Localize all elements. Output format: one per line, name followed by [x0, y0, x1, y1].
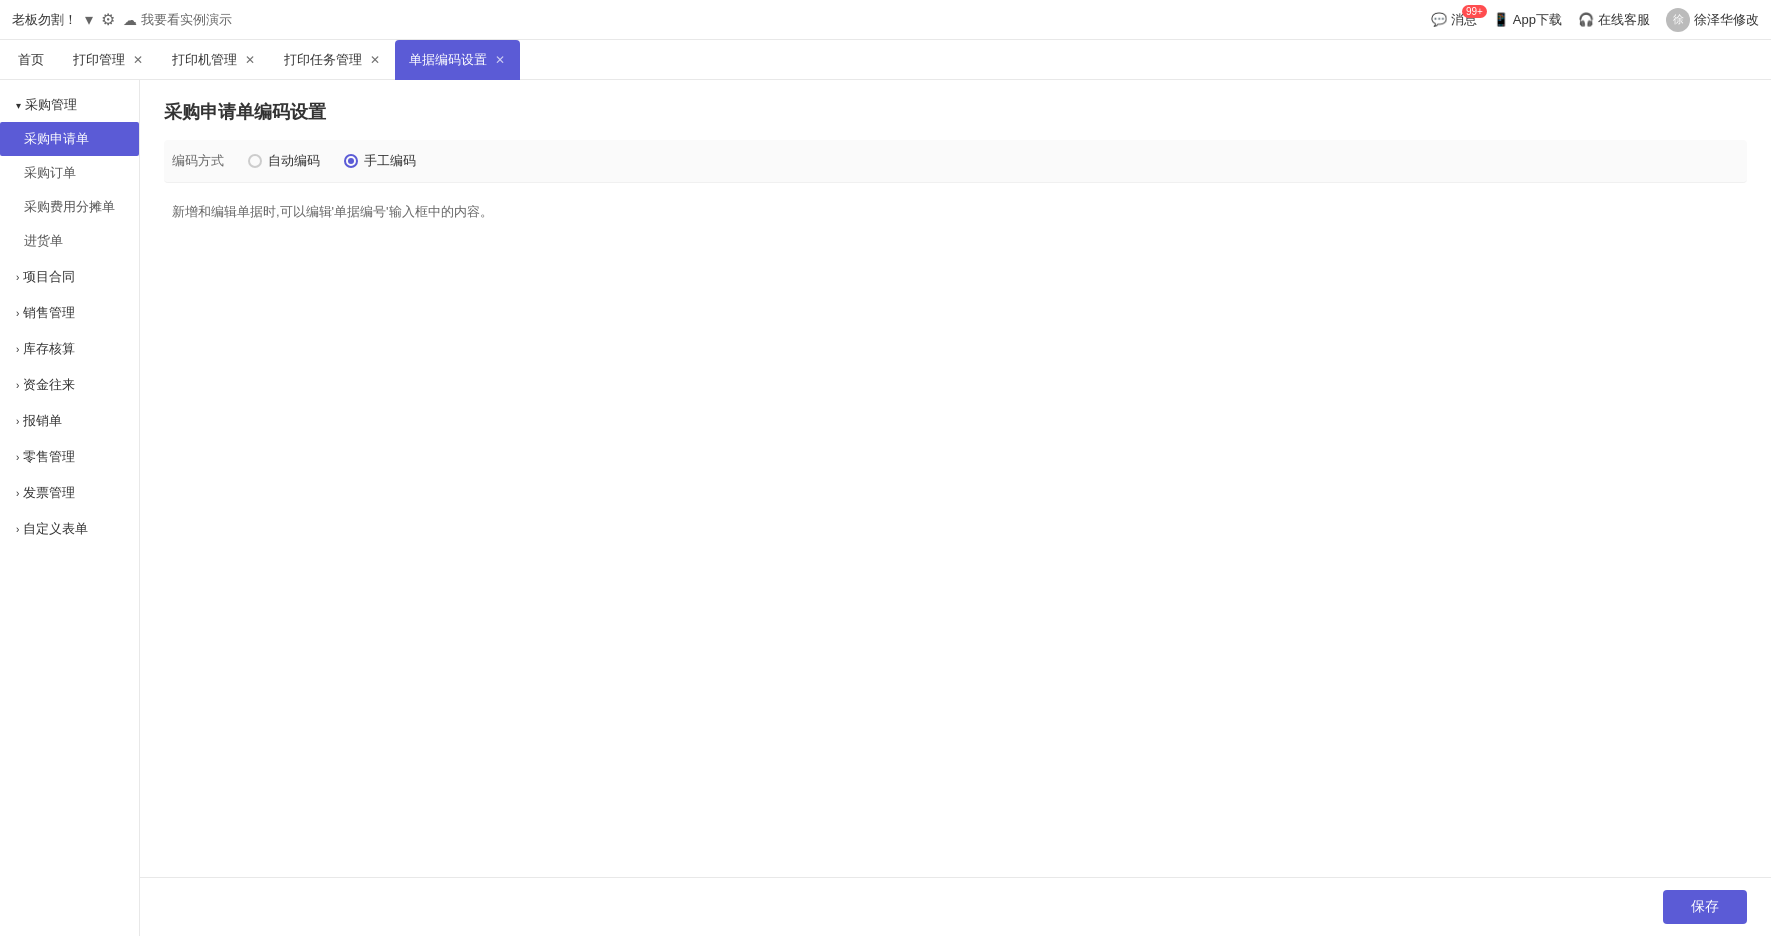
sidebar-group-retail-title[interactable]: › 零售管理 — [0, 440, 139, 474]
sidebar-group-inventory-label: 库存核算 — [23, 340, 75, 358]
app-download-button[interactable]: 📱 App下载 — [1493, 11, 1562, 29]
tab-printer-management-close[interactable]: ✕ — [245, 53, 255, 67]
brand-name: 老板勿割！ — [12, 11, 77, 29]
sidebar-group-custom: › 自定义表单 — [0, 512, 139, 546]
sidebar-item-purchase-order[interactable]: 采购订单 — [0, 156, 139, 190]
sidebar-group-invoice-label: 发票管理 — [23, 484, 75, 502]
tab-print-task-label: 打印任务管理 — [284, 51, 362, 69]
search-text: 我要看实例演示 — [141, 11, 232, 29]
tab-printer-management[interactable]: 打印机管理 ✕ — [158, 40, 270, 80]
chevron-down-icon: ▾ — [16, 100, 21, 111]
chevron-right-icon-4: › — [16, 380, 19, 391]
top-bar-left: 老板勿割！ ▾ ⚙ ☁ 我要看实例演示 — [12, 10, 232, 29]
sidebar-group-sales-label: 销售管理 — [23, 304, 75, 322]
sidebar-group-sales-title[interactable]: › 销售管理 — [0, 296, 139, 330]
tab-home[interactable]: 首页 — [4, 40, 59, 80]
message-button[interactable]: 💬 消息 99+ — [1431, 11, 1477, 29]
online-service-button[interactable]: 🎧 在线客服 — [1578, 11, 1650, 29]
settings-icon[interactable]: ⚙ — [101, 10, 115, 29]
sidebar-group-finance: › 资金往来 — [0, 368, 139, 402]
radio-manual-circle — [344, 154, 358, 168]
footer-bar: 保存 — [140, 877, 1771, 936]
tab-printer-management-label: 打印机管理 — [172, 51, 237, 69]
tab-print-task[interactable]: 打印任务管理 ✕ — [270, 40, 395, 80]
chevron-right-icon-2: › — [16, 308, 19, 319]
sidebar-group-inventory: › 库存核算 — [0, 332, 139, 366]
top-bar: 老板勿割！ ▾ ⚙ ☁ 我要看实例演示 💬 消息 99+ 📱 App下载 🎧 在… — [0, 0, 1771, 40]
tab-print-task-close[interactable]: ✕ — [370, 53, 380, 67]
chevron-right-icon-6: › — [16, 452, 19, 463]
sidebar-group-invoice: › 发票管理 — [0, 476, 139, 510]
chevron-right-icon-5: › — [16, 416, 19, 427]
sidebar-group-project: › 项目合同 — [0, 260, 139, 294]
chevron-right-icon-8: › — [16, 524, 19, 535]
sidebar-group-purchase-label: 采购管理 — [25, 96, 77, 114]
sidebar-group-project-title[interactable]: › 项目合同 — [0, 260, 139, 294]
tab-encoding-settings-close[interactable]: ✕ — [495, 53, 505, 67]
encoding-mode-label: 编码方式 — [172, 152, 224, 170]
chevron-right-icon-7: › — [16, 488, 19, 499]
radio-manual-encode[interactable]: 手工编码 — [344, 152, 416, 170]
encoding-description: 新增和编辑单据时,可以编辑'单据编号'输入框中的内容。 — [164, 191, 1747, 221]
sidebar-item-purchase-expense[interactable]: 采购费用分摊单 — [0, 190, 139, 224]
tab-home-label: 首页 — [18, 51, 44, 69]
content-body: 新增和编辑单据时,可以编辑'单据编号'输入框中的内容。 — [140, 191, 1771, 936]
sidebar-group-finance-label: 资金往来 — [23, 376, 75, 394]
sidebar-item-stock-in[interactable]: 进货单 — [0, 224, 139, 258]
tabs-bar: 首页 打印管理 ✕ 打印机管理 ✕ 打印任务管理 ✕ 单据编码设置 ✕ — [0, 40, 1771, 80]
tab-print-management-close[interactable]: ✕ — [133, 53, 143, 67]
main-layout: ▾ 采购管理 采购申请单 采购订单 采购费用分摊单 进货单 › 项目合同 › 销… — [0, 80, 1771, 936]
sidebar-group-finance-title[interactable]: › 资金往来 — [0, 368, 139, 402]
sidebar-group-inventory-title[interactable]: › 库存核算 — [0, 332, 139, 366]
encoding-mode-row: 编码方式 自动编码 手工编码 — [164, 140, 1747, 183]
radio-auto-circle — [248, 154, 262, 168]
user-name: 徐泽华修改 — [1694, 11, 1759, 29]
search-bar[interactable]: ☁ 我要看实例演示 — [123, 11, 232, 29]
content-header: 采购申请单编码设置 编码方式 自动编码 手工编码 — [140, 80, 1771, 191]
message-badge: 99+ — [1462, 5, 1487, 18]
sidebar-group-custom-label: 自定义表单 — [23, 520, 88, 538]
sidebar-group-project-label: 项目合同 — [23, 268, 75, 286]
content-area: 采购申请单编码设置 编码方式 自动编码 手工编码 新增和编辑单据时,可以编辑'单… — [140, 80, 1771, 936]
app-icon: 📱 — [1493, 12, 1509, 27]
save-button[interactable]: 保存 — [1663, 890, 1747, 924]
sidebar-group-retail: › 零售管理 — [0, 440, 139, 474]
sidebar-group-custom-title[interactable]: › 自定义表单 — [0, 512, 139, 546]
cloud-icon: ☁ — [123, 12, 137, 28]
sidebar-group-expense: › 报销单 — [0, 404, 139, 438]
tab-print-management[interactable]: 打印管理 ✕ — [59, 40, 158, 80]
sidebar-group-purchase: ▾ 采购管理 采购申请单 采购订单 采购费用分摊单 进货单 — [0, 88, 139, 258]
tab-encoding-settings[interactable]: 单据编码设置 ✕ — [395, 40, 520, 80]
sidebar-group-sales: › 销售管理 — [0, 296, 139, 330]
sidebar-group-expense-title[interactable]: › 报销单 — [0, 404, 139, 438]
radio-manual-label: 手工编码 — [364, 152, 416, 170]
sidebar-group-retail-label: 零售管理 — [23, 448, 75, 466]
chevron-right-icon-3: › — [16, 344, 19, 355]
top-bar-right: 💬 消息 99+ 📱 App下载 🎧 在线客服 徐 徐泽华修改 — [1431, 8, 1759, 32]
user-avatar[interactable]: 徐 徐泽华修改 — [1666, 8, 1759, 32]
tab-encoding-settings-label: 单据编码设置 — [409, 51, 487, 69]
sidebar-group-expense-label: 报销单 — [23, 412, 62, 430]
sidebar-group-invoice-title[interactable]: › 发票管理 — [0, 476, 139, 510]
page-title: 采购申请单编码设置 — [164, 100, 1747, 124]
sidebar-group-purchase-title[interactable]: ▾ 采购管理 — [0, 88, 139, 122]
encoding-radio-group: 自动编码 手工编码 — [248, 152, 416, 170]
radio-auto-encode[interactable]: 自动编码 — [248, 152, 320, 170]
radio-auto-label: 自动编码 — [268, 152, 320, 170]
online-service-label: 在线客服 — [1598, 11, 1650, 29]
sidebar: ▾ 采购管理 采购申请单 采购订单 采购费用分摊单 进货单 › 项目合同 › 销… — [0, 80, 140, 936]
tab-print-management-label: 打印管理 — [73, 51, 125, 69]
service-icon: 🎧 — [1578, 12, 1594, 27]
message-icon: 💬 — [1431, 12, 1447, 27]
dropdown-icon[interactable]: ▾ — [85, 10, 93, 29]
avatar: 徐 — [1666, 8, 1690, 32]
sidebar-item-purchase-request[interactable]: 采购申请单 — [0, 122, 139, 156]
chevron-right-icon: › — [16, 272, 19, 283]
app-download-label: App下载 — [1513, 11, 1562, 29]
